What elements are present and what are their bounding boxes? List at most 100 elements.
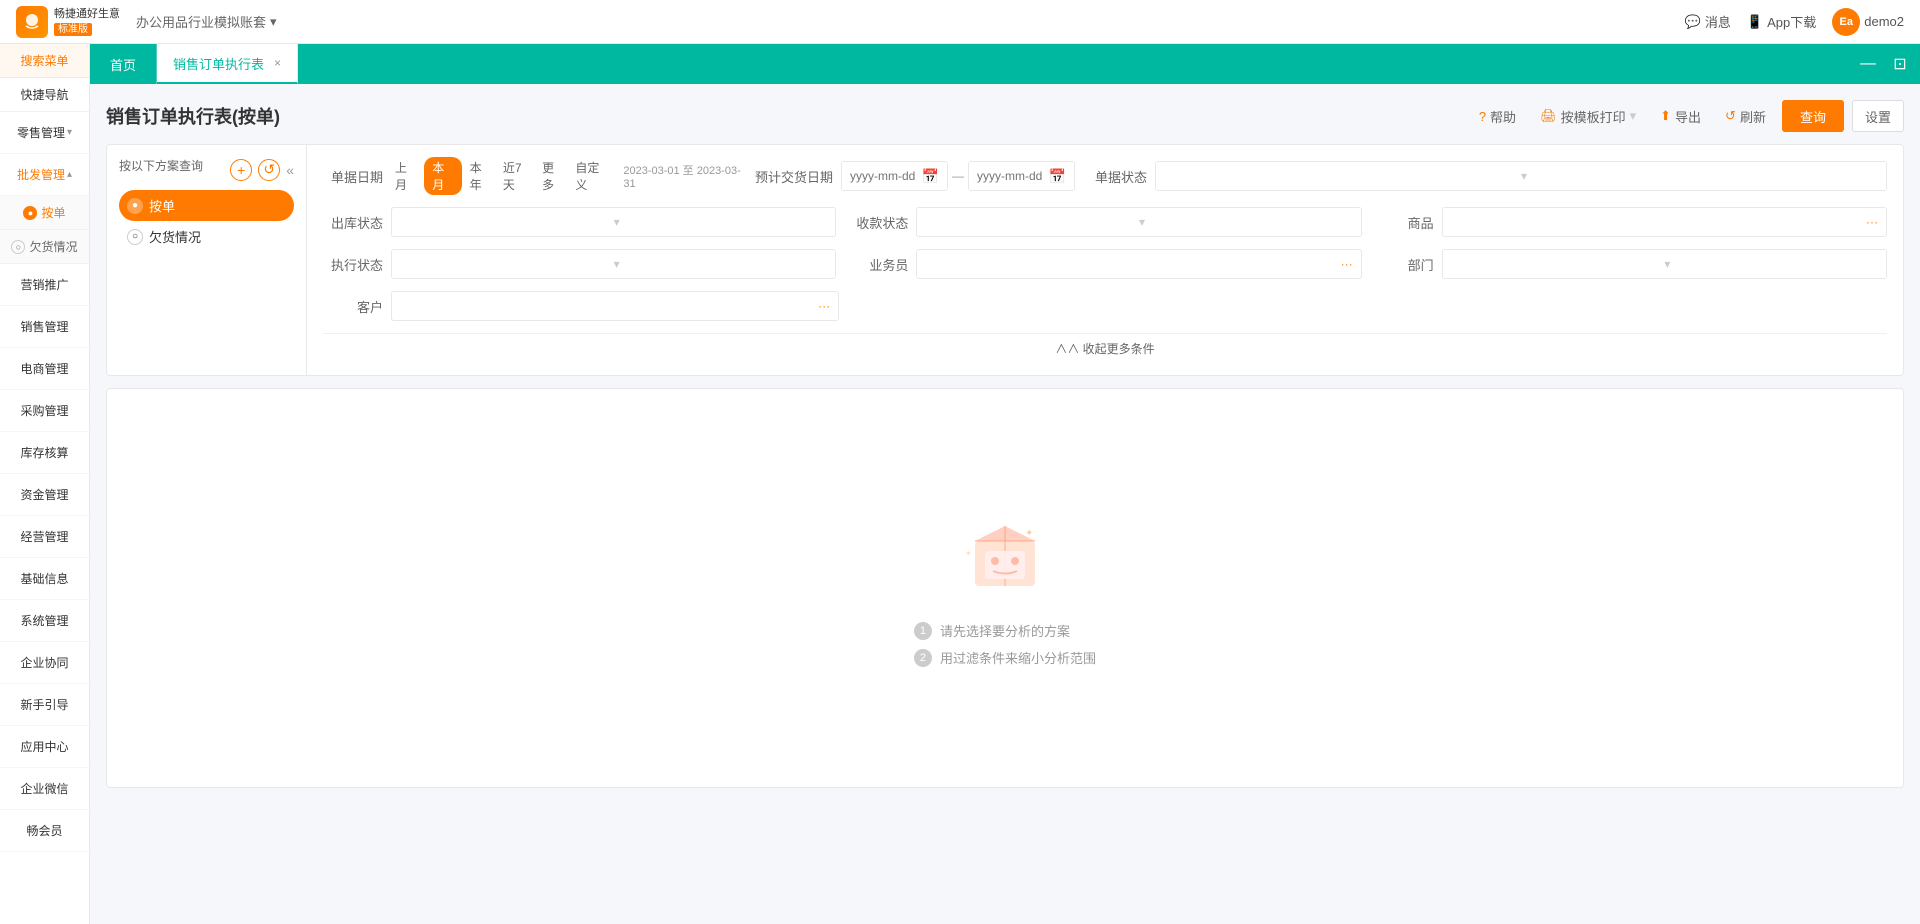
hint-text-2: 用过滤条件来缩小分析范围 xyxy=(940,648,1096,667)
filter-row-4: 客户 ··· xyxy=(323,291,1887,321)
collapse-bar[interactable]: ∧∧ 收起更多条件 xyxy=(323,333,1887,363)
sidebar-item-cooperation[interactable]: 企业协同 xyxy=(0,642,89,684)
expected-date-to[interactable]: 📅 xyxy=(968,161,1075,191)
minimize-btn[interactable]: — xyxy=(1856,52,1880,76)
customer-text-input[interactable] xyxy=(400,299,818,314)
doc-date-label: 单据日期 xyxy=(323,167,383,186)
sidebar-quick-nav[interactable]: 快捷导航 xyxy=(0,78,89,112)
help-btn[interactable]: ? 帮助 xyxy=(1471,103,1524,130)
setting-button[interactable]: 设置 xyxy=(1852,100,1904,132)
sidebar-sub-item-shortage[interactable]: ○ 欠货情况 xyxy=(0,230,89,264)
dept-arrow-icon: ▾ xyxy=(1664,257,1878,271)
add-scheme-btn[interactable]: + xyxy=(230,159,252,181)
page-title: 销售订单执行表(按单) xyxy=(106,103,280,129)
field-exec-status: 执行状态 ▾ xyxy=(323,249,836,279)
sidebar-item-member[interactable]: 畅会员 xyxy=(0,810,89,852)
sidebar-item-system[interactable]: 系统管理 xyxy=(0,600,89,642)
field-customer: 客户 ··· xyxy=(323,291,839,321)
goods-input[interactable]: ··· xyxy=(1442,207,1887,237)
sidebar-sub-item-by-order[interactable]: ● 按单 xyxy=(0,196,89,230)
sidebar-item-label: 零售管理 xyxy=(17,124,65,141)
refresh-btn[interactable]: ↺ 刷新 xyxy=(1717,103,1774,130)
sidebar-item-label: 采购管理 xyxy=(20,402,68,419)
tab-active[interactable]: 销售订单执行表 × xyxy=(157,44,298,84)
shortcut-more[interactable]: 更多 xyxy=(538,157,567,195)
print-btn[interactable]: 🖨 按模板打印 ▾ xyxy=(1532,103,1644,130)
chevron-up-icon: ▴ xyxy=(67,169,72,180)
sidebar-item-label: 批发管理 xyxy=(17,166,65,183)
sidebar: 搜索菜单 快捷导航 零售管理 ▾ 批发管理 ▴ ● 按单 ○ 欠货情况 营销推广… xyxy=(0,44,90,924)
app-download-btn[interactable]: 📱 App下载 xyxy=(1747,12,1816,31)
maximize-btn[interactable]: ⊡ xyxy=(1888,52,1912,76)
shortcut-last-7-days[interactable]: 近7天 xyxy=(499,157,534,195)
shortcut-this-month[interactable]: 本月 xyxy=(424,157,461,195)
doc-status-label: 单据状态 xyxy=(1087,167,1147,186)
tab-close-icon[interactable]: × xyxy=(274,56,281,70)
collapse-panel-btn[interactable]: « xyxy=(286,162,294,178)
field-doc-status: 单据状态 ▾ xyxy=(1087,161,1887,191)
app-download-label: App下载 xyxy=(1767,12,1816,31)
sidebar-item-finance[interactable]: 资金管理 xyxy=(0,474,89,516)
sidebar-item-inventory[interactable]: 库存核算 xyxy=(0,432,89,474)
shortcut-this-year[interactable]: 本年 xyxy=(466,157,495,195)
print-label: 按模板打印 xyxy=(1561,107,1626,126)
salesperson-more-icon[interactable]: ··· xyxy=(1341,257,1353,271)
expected-date-to-input[interactable] xyxy=(977,169,1049,183)
logo-line1: 畅捷通好生意 xyxy=(54,7,120,21)
print-arrow-icon: ▾ xyxy=(1630,108,1637,124)
dept-select[interactable]: ▾ xyxy=(1442,249,1887,279)
export-btn[interactable]: ⬆ 导出 xyxy=(1652,103,1709,130)
scheme-item-by-order[interactable]: ● 按单 xyxy=(119,190,294,221)
sidebar-item-purchase[interactable]: 采购管理 xyxy=(0,390,89,432)
empty-hints: 1 请先选择要分析的方案 2 用过滤条件来缩小分析范围 xyxy=(914,621,1096,675)
expected-date-from[interactable]: 📅 xyxy=(841,161,948,191)
sidebar-item-marketing[interactable]: 营销推广 xyxy=(0,264,89,306)
collect-status-select[interactable]: ▾ xyxy=(916,207,1361,237)
collect-arrow-icon: ▾ xyxy=(1139,215,1353,229)
scheme-item-shortage[interactable]: ○ 欠货情况 xyxy=(119,221,294,252)
expected-date-label: 预计交货日期 xyxy=(755,167,833,186)
sidebar-item-sales[interactable]: 销售管理 xyxy=(0,306,89,348)
filter-left-title: 按以下方案查询 xyxy=(119,157,203,174)
sidebar-item-wholesale[interactable]: 批发管理 ▴ xyxy=(0,154,89,196)
goods-more-icon[interactable]: ··· xyxy=(1866,215,1878,229)
sidebar-item-retail[interactable]: 零售管理 ▾ xyxy=(0,112,89,154)
ship-status-select[interactable]: ▾ xyxy=(391,207,836,237)
sidebar-item-label: 销售管理 xyxy=(20,318,68,335)
avatar: Ea xyxy=(1832,8,1860,36)
field-doc-date: 单据日期 上月 本月 本年 近7天 更多 自定义 xyxy=(323,157,743,195)
shortcut-last-month[interactable]: 上月 xyxy=(391,157,420,195)
print-icon: 🖨 xyxy=(1540,108,1557,124)
salesperson-input[interactable]: ··· xyxy=(916,249,1361,279)
sidebar-item-operations[interactable]: 经营管理 xyxy=(0,516,89,558)
sidebar-search[interactable]: 搜索菜单 xyxy=(0,44,89,78)
sidebar-item-wechat[interactable]: 企业微信 xyxy=(0,768,89,810)
sidebar-item-label: 电商管理 xyxy=(20,360,68,377)
user-area[interactable]: Ea demo2 xyxy=(1832,8,1904,36)
doc-status-select[interactable]: ▾ xyxy=(1155,161,1887,191)
sidebar-item-ecommerce[interactable]: 电商管理 xyxy=(0,348,89,390)
salesperson-text-input[interactable] xyxy=(925,257,1340,272)
shortcut-custom[interactable]: 自定义 xyxy=(571,157,611,195)
refresh-label: 刷新 xyxy=(1740,107,1766,126)
sub-icon: ○ xyxy=(11,240,25,254)
message-btn[interactable]: 💬 消息 xyxy=(1685,12,1731,31)
customer-more-icon[interactable]: ··· xyxy=(818,299,830,313)
company-selector[interactable]: 办公用品行业模拟账套 ▾ xyxy=(128,12,285,31)
sidebar-item-label: 畅会员 xyxy=(26,822,62,839)
query-button[interactable]: 查询 xyxy=(1782,100,1844,132)
refresh-scheme-btn[interactable]: ↺ xyxy=(258,159,280,181)
customer-input[interactable]: ··· xyxy=(391,291,839,321)
sidebar-item-basic-info[interactable]: 基础信息 xyxy=(0,558,89,600)
calendar-from-icon[interactable]: 📅 xyxy=(922,168,939,185)
exec-status-select[interactable]: ▾ xyxy=(391,249,836,279)
goods-text-input[interactable] xyxy=(1451,215,1866,230)
status-arrow-icon: ▾ xyxy=(1521,169,1878,183)
calendar-to-icon[interactable]: 📅 xyxy=(1049,168,1066,185)
expected-date-from-input[interactable] xyxy=(850,169,922,183)
tab-spacer xyxy=(298,44,1848,84)
sidebar-item-guide[interactable]: 新手引导 xyxy=(0,684,89,726)
tab-home[interactable]: 首页 xyxy=(90,44,157,84)
export-label: 导出 xyxy=(1675,107,1701,126)
sidebar-item-app-center[interactable]: 应用中心 xyxy=(0,726,89,768)
